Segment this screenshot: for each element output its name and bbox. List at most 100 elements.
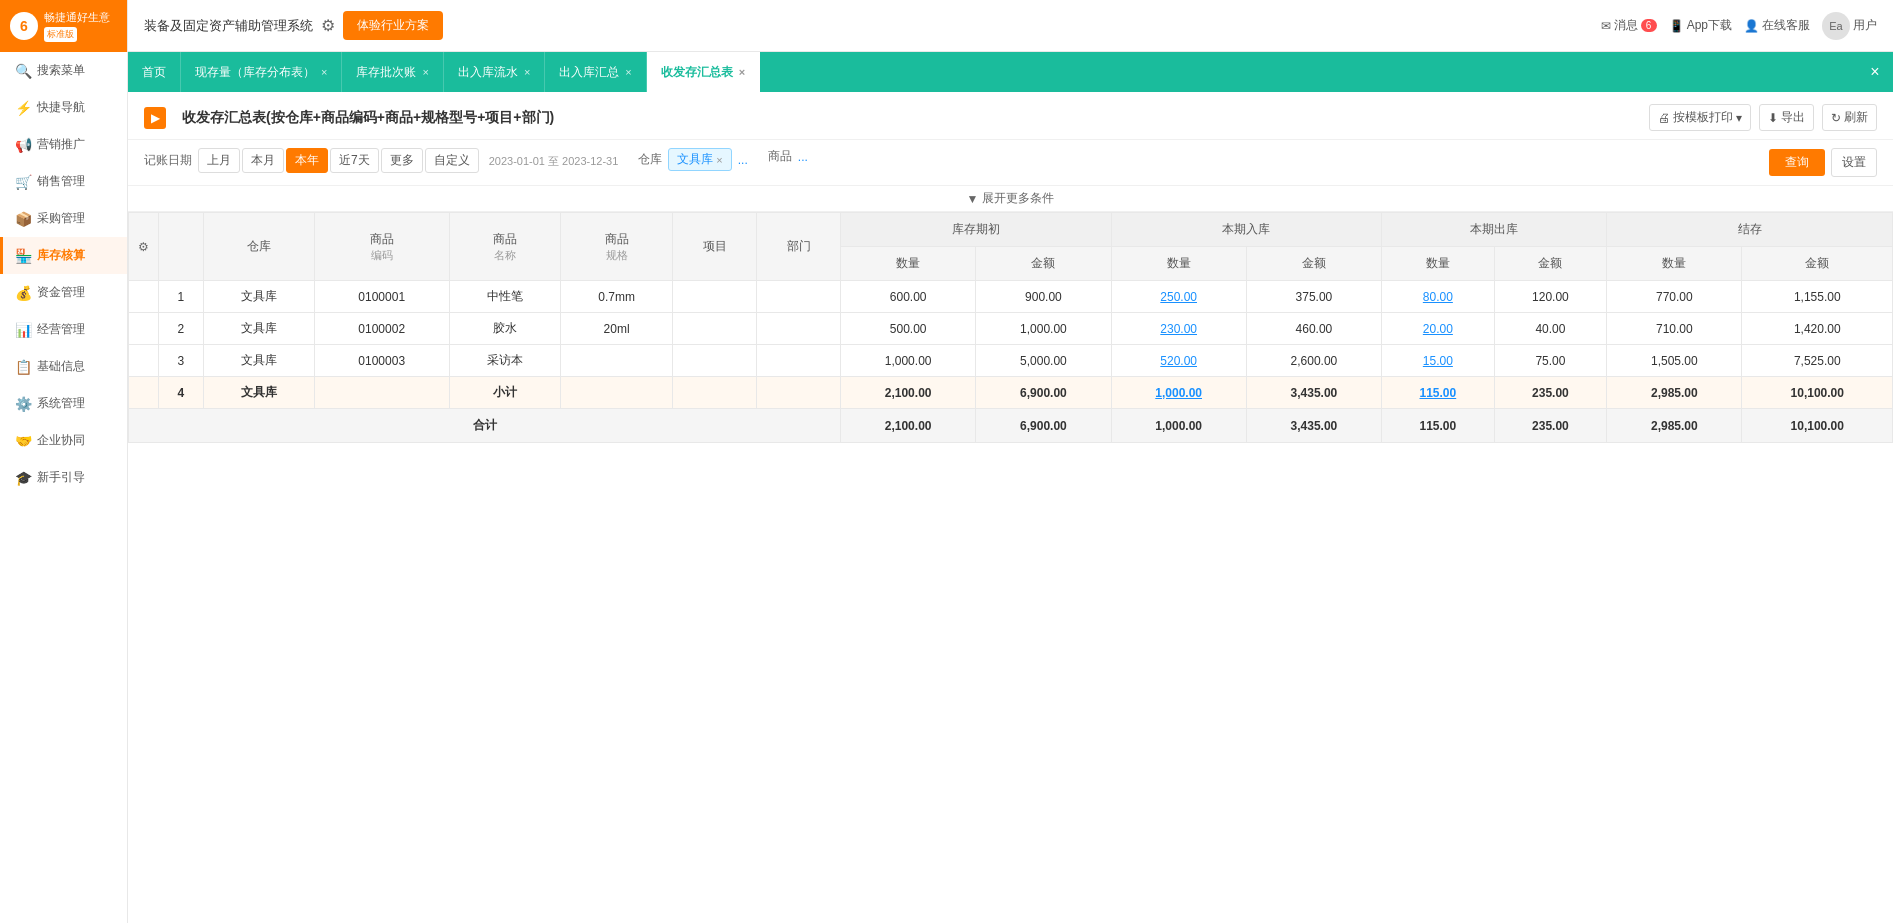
cell-in-amount: 2,600.00 xyxy=(1246,345,1381,377)
tab-bar-close-all[interactable]: × xyxy=(1857,52,1893,92)
cell-out-qty[interactable]: 20.00 xyxy=(1382,313,1495,345)
sidebar-item-guide[interactable]: 🎓 新手引导 xyxy=(0,459,127,496)
warehouse-tag[interactable]: 文具库 × xyxy=(668,148,731,171)
cell-project xyxy=(673,377,757,409)
cell-out-qty[interactable]: 80.00 xyxy=(1382,281,1495,313)
print-button[interactable]: 🖨 按模板打印 ▾ xyxy=(1649,104,1751,131)
user-item[interactable]: Ea 用户 xyxy=(1822,12,1877,40)
cell-bal-qty: 1,505.00 xyxy=(1607,345,1742,377)
data-table: ⚙ 仓库 商品编码 商品名称 商品规格 项目 部门 库存期初 本期入库 本期出 xyxy=(128,212,1893,443)
tab-bar: 首页 现存量（库存分布表） × 库存批次账 × 出入库流水 × 出入库汇总 × … xyxy=(128,52,1893,92)
sidebar-item-inventory[interactable]: 🏪 库存核算 xyxy=(0,237,127,274)
date-btn-this-year[interactable]: 本年 xyxy=(286,148,328,173)
cell-in-qty[interactable]: 250.00 xyxy=(1111,281,1246,313)
message-item[interactable]: ✉ 消息 6 xyxy=(1601,17,1657,34)
warehouse-tag-text: 文具库 xyxy=(677,151,713,168)
cell-in-qty[interactable]: 230.00 xyxy=(1111,313,1246,345)
guide-nav-icon: 🎓 xyxy=(15,470,31,486)
tab-stock-dist-close[interactable]: × xyxy=(321,66,327,78)
col-group-out: 本期出库 xyxy=(1382,213,1607,247)
cell-bal-qty: 770.00 xyxy=(1607,281,1742,313)
cell-warehouse: 文具库 xyxy=(203,313,314,345)
sidebar-item-collab[interactable]: 🤝 企业协同 xyxy=(0,422,127,459)
tab-inout-summary[interactable]: 出入库汇总 × xyxy=(545,52,646,92)
cell-out-qty[interactable]: 15.00 xyxy=(1382,345,1495,377)
cell-init-amount: 900.00 xyxy=(976,281,1111,313)
expand-filter-button[interactable]: ▼ 展开更多条件 xyxy=(967,190,1055,207)
date-btn-more[interactable]: 更多 xyxy=(381,148,423,173)
tab-inout-summary-close[interactable]: × xyxy=(625,66,631,78)
filter-bar: 记账日期 上月 本月 本年 近7天 更多 自定义 2023-01-01 至 20… xyxy=(128,140,1893,186)
query-button[interactable]: 查询 xyxy=(1769,149,1825,176)
expand-label: 展开更多条件 xyxy=(982,190,1054,207)
sidebar-item-quick[interactable]: ⚡ 快捷导航 xyxy=(0,89,127,126)
sidebar-item-sales[interactable]: 🛒 销售管理 xyxy=(0,163,127,200)
cell-num: 1 xyxy=(159,281,204,313)
sidebar-item-marketing[interactable]: 📢 营销推广 xyxy=(0,126,127,163)
logo-text: 畅捷通好生意 xyxy=(44,10,110,24)
sidebar-item-system[interactable]: ⚙️ 系统管理 xyxy=(0,385,127,422)
warehouse-more-btn[interactable]: ... xyxy=(738,153,748,167)
tab-inout-flow-close[interactable]: × xyxy=(524,66,530,78)
cell-department xyxy=(757,281,841,313)
operation-nav-icon: 📊 xyxy=(15,322,31,338)
sidebar-item-system-label: 系统管理 xyxy=(37,395,85,412)
goods-filter-label: 商品 xyxy=(768,148,792,165)
date-btn-prev-month[interactable]: 上月 xyxy=(198,148,240,173)
message-badge: 6 xyxy=(1641,19,1657,32)
cell-project xyxy=(673,313,757,345)
refresh-button[interactable]: ↻ 刷新 xyxy=(1822,104,1877,131)
cell-project xyxy=(673,281,757,313)
app-download-item[interactable]: 📱 App下载 xyxy=(1669,17,1732,34)
cell-in-qty[interactable]: 1,000.00 xyxy=(1111,377,1246,409)
cell-out-amount: 40.00 xyxy=(1494,313,1607,345)
goods-more-btn[interactable]: ... xyxy=(798,150,808,164)
cell-in-qty[interactable]: 520.00 xyxy=(1111,345,1246,377)
search-nav-icon: 🔍 xyxy=(15,63,31,79)
tab-batch[interactable]: 库存批次账 × xyxy=(342,52,443,92)
cell-goods-spec xyxy=(560,345,673,377)
tab-home[interactable]: 首页 xyxy=(128,52,181,92)
purchase-nav-icon: 📦 xyxy=(15,211,31,227)
table-container: ⚙ 仓库 商品编码 商品名称 商品规格 项目 部门 库存期初 本期入库 本期出 xyxy=(128,212,1893,503)
sidebar-item-operation-label: 经营管理 xyxy=(37,321,85,338)
cell-goods-name: 小计 xyxy=(449,377,560,409)
cell-goods-name: 中性笔 xyxy=(449,281,560,313)
cell-bal-qty: 2,985.00 xyxy=(1607,377,1742,409)
tab-stock-dist[interactable]: 现存量（库存分布表） × xyxy=(181,52,342,92)
col-header-rownum xyxy=(159,213,204,281)
tab-inout-flow[interactable]: 出入库流水 × xyxy=(444,52,545,92)
warehouse-tag-close[interactable]: × xyxy=(716,154,722,166)
sales-nav-icon: 🛒 xyxy=(15,174,31,190)
gear-button[interactable]: ⚙ xyxy=(321,16,335,35)
cell-out-qty[interactable]: 115.00 xyxy=(1382,377,1495,409)
top-bar: 装备及固定资产辅助管理系统 ⚙ 体验行业方案 ✉ 消息 6 📱 App下载 👤 … xyxy=(128,0,1893,52)
cell-settings xyxy=(129,345,159,377)
sidebar-item-finance[interactable]: 💰 资金管理 xyxy=(0,274,127,311)
settings-button[interactable]: 设置 xyxy=(1831,148,1877,177)
sidebar-item-basic[interactable]: 📋 基础信息 xyxy=(0,348,127,385)
sidebar-item-basic-label: 基础信息 xyxy=(37,358,85,375)
date-btn-custom[interactable]: 自定义 xyxy=(425,148,479,173)
cell-goods-code: 0100001 xyxy=(314,281,449,313)
col-header-goods-name: 商品名称 xyxy=(449,213,560,281)
basic-nav-icon: 📋 xyxy=(15,359,31,375)
table-settings-col[interactable]: ⚙ xyxy=(129,213,159,281)
sidebar-item-purchase[interactable]: 📦 采购管理 xyxy=(0,200,127,237)
tab-recv-send-summary[interactable]: 收发存汇总表 × xyxy=(647,52,760,92)
tab-batch-close[interactable]: × xyxy=(422,66,428,78)
col-header-project: 项目 xyxy=(673,213,757,281)
sidebar-item-inventory-label: 库存核算 xyxy=(37,247,85,264)
try-industry-button[interactable]: 体验行业方案 xyxy=(343,11,443,40)
toggle-arrow-button[interactable]: ▶ xyxy=(144,107,166,129)
sidebar-item-operation[interactable]: 📊 经营管理 xyxy=(0,311,127,348)
online-service-item[interactable]: 👤 在线客服 xyxy=(1744,17,1810,34)
date-btn-7days[interactable]: 近7天 xyxy=(330,148,379,173)
sidebar-item-search[interactable]: 🔍 搜索菜单 xyxy=(0,52,127,89)
cell-settings xyxy=(129,281,159,313)
date-btn-this-month[interactable]: 本月 xyxy=(242,148,284,173)
export-icon: ⬇ xyxy=(1768,111,1778,125)
export-button[interactable]: ⬇ 导出 xyxy=(1759,104,1814,131)
col-group-init: 库存期初 xyxy=(841,213,1112,247)
tab-recv-send-summary-close[interactable]: × xyxy=(739,66,745,78)
